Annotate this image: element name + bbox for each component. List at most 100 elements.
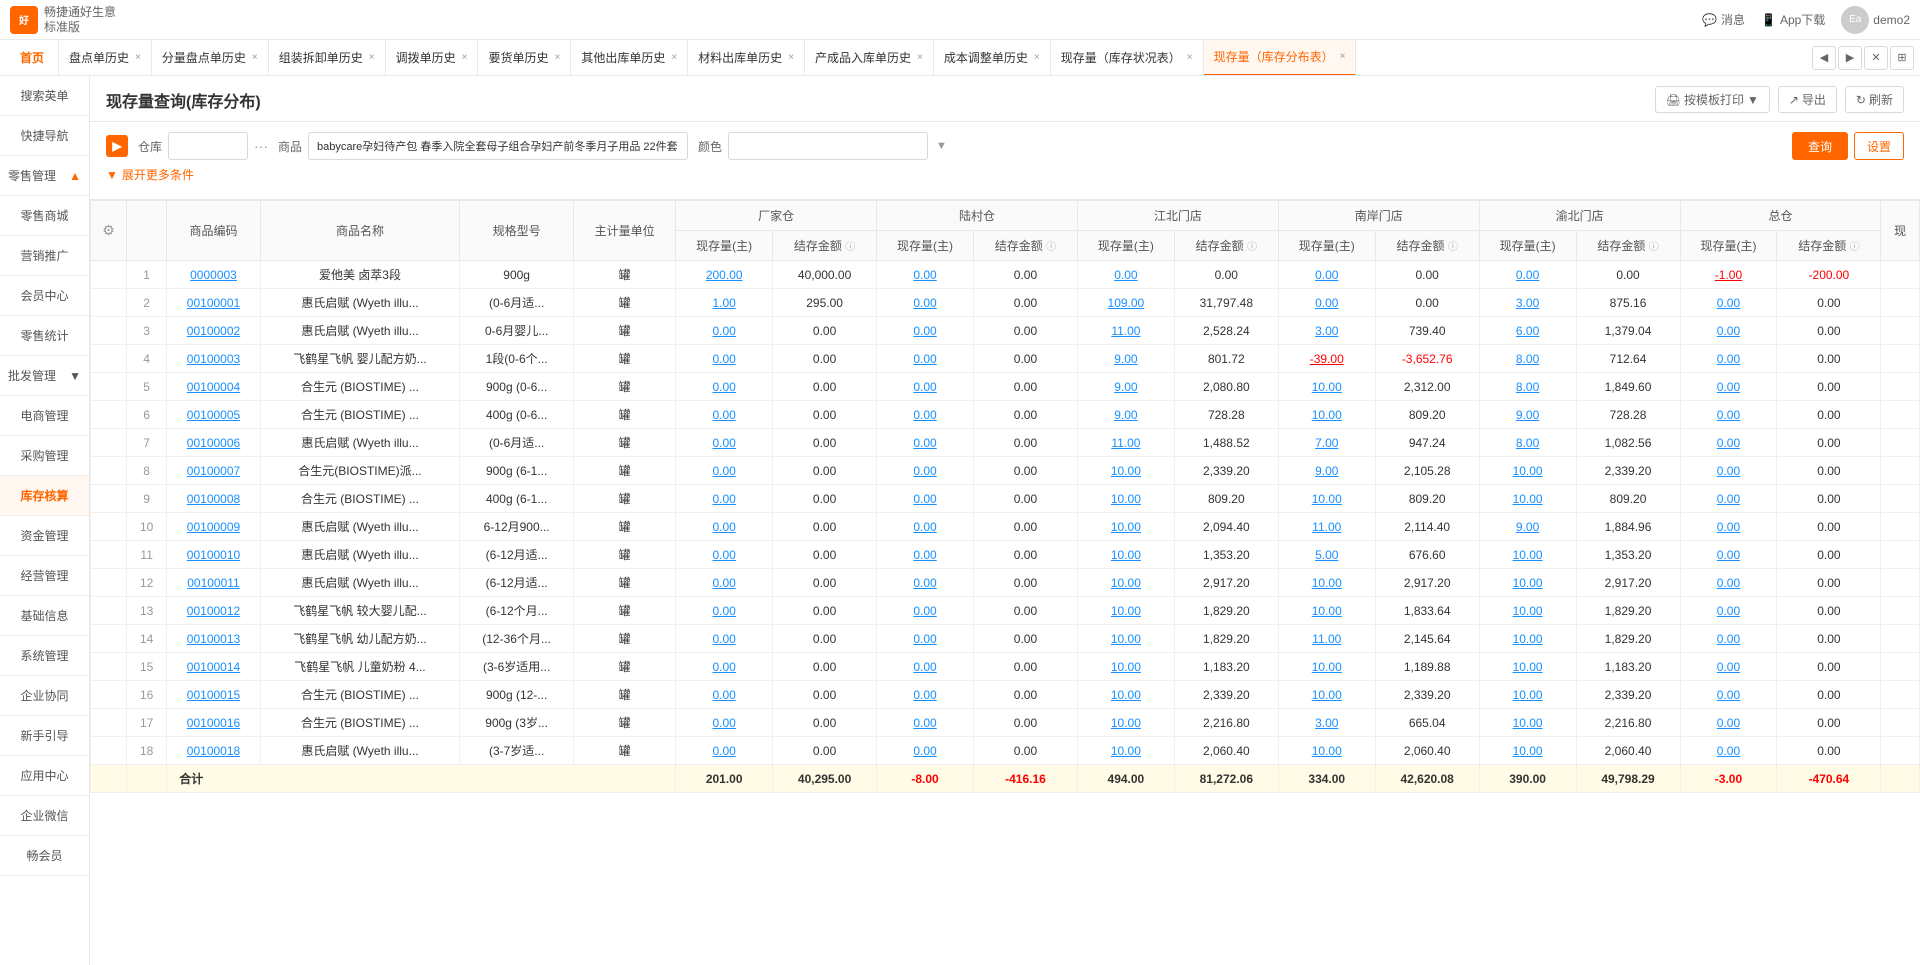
table-cell[interactable]: 7.00 <box>1278 429 1375 457</box>
table-cell[interactable]: 10.00 <box>1479 569 1576 597</box>
tab-yaohuo[interactable]: 要货单历史 × <box>478 40 571 76</box>
sidebar-item-retailshop[interactable]: 零售商城 <box>0 196 89 236</box>
table-cell[interactable]: -1.00 <box>1680 261 1777 289</box>
sidebar-item-retail[interactable]: 零售管理 ▲ <box>0 156 89 196</box>
close-icon[interactable]: × <box>462 52 468 63</box>
table-cell[interactable]: 10.00 <box>1077 485 1174 513</box>
table-cell[interactable]: 00100014 <box>167 653 260 681</box>
table-cell[interactable]: 00100010 <box>167 541 260 569</box>
tab-chengpinruku[interactable]: 产成品入库单历史 × <box>805 40 934 76</box>
table-cell[interactable]: 3.00 <box>1278 709 1375 737</box>
tab-zuzhechaichu[interactable]: 组装拆卸单历史 × <box>269 40 386 76</box>
close-icon[interactable]: × <box>917 52 923 63</box>
table-cell[interactable]: 10.00 <box>1479 485 1576 513</box>
tab-kucunqingkuang[interactable]: 现存量（库存状况表）× <box>1051 40 1204 76</box>
table-cell[interactable]: 00100002 <box>167 317 260 345</box>
table-cell[interactable]: 00100008 <box>167 485 260 513</box>
table-cell[interactable]: 10.00 <box>1479 597 1576 625</box>
color-input[interactable] <box>728 132 928 160</box>
table-cell[interactable]: 0.00 <box>676 597 773 625</box>
table-cell[interactable]: 0.00 <box>676 709 773 737</box>
table-cell[interactable]: 0.00 <box>877 401 974 429</box>
user-area[interactable]: Ea demo2 <box>1841 6 1910 34</box>
tab-pandian[interactable]: 盘点单历史 × <box>59 40 152 76</box>
sidebar-item-wxwork[interactable]: 企业微信 <box>0 796 89 836</box>
table-cell[interactable]: 10.00 <box>1278 373 1375 401</box>
table-cell[interactable]: 0.00 <box>1680 485 1777 513</box>
table-cell[interactable]: 8.00 <box>1479 345 1576 373</box>
table-cell[interactable]: 0.00 <box>1680 457 1777 485</box>
col-settings-icon[interactable]: ⚙ <box>102 222 115 238</box>
table-cell[interactable]: 00100003 <box>167 345 260 373</box>
export-btn[interactable]: ↗ 导出 <box>1778 86 1837 113</box>
sidebar-item-retailstats[interactable]: 零售统计 <box>0 316 89 356</box>
table-cell[interactable]: 10.00 <box>1479 681 1576 709</box>
table-cell[interactable]: 0.00 <box>1680 737 1777 765</box>
table-cell[interactable]: 10.00 <box>1077 597 1174 625</box>
table-cell[interactable]: 00100009 <box>167 513 260 541</box>
nav-close-btn[interactable]: ✕ <box>1864 46 1888 70</box>
table-cell[interactable]: 10.00 <box>1479 737 1576 765</box>
close-icon[interactable]: × <box>554 52 560 63</box>
table-cell[interactable]: 00100011 <box>167 569 260 597</box>
sidebar-item-ecommerce[interactable]: 电商管理 <box>0 396 89 436</box>
sidebar-item-wholesale[interactable]: 批发管理 ▼ <box>0 356 89 396</box>
sidebar-item-finance[interactable]: 资金管理 <box>0 516 89 556</box>
message-btn[interactable]: 💬 消息 <box>1702 11 1745 28</box>
close-icon[interactable]: × <box>369 52 375 63</box>
table-cell[interactable]: 3.00 <box>1479 289 1576 317</box>
table-cell[interactable]: 0.00 <box>877 737 974 765</box>
table-cell[interactable]: 00100012 <box>167 597 260 625</box>
table-cell[interactable]: 10.00 <box>1278 485 1375 513</box>
table-cell[interactable]: 10.00 <box>1479 457 1576 485</box>
table-cell[interactable]: 0.00 <box>1680 569 1777 597</box>
close-icon[interactable]: × <box>1340 51 1346 62</box>
table-cell[interactable]: 0.00 <box>1680 541 1777 569</box>
table-cell[interactable]: 0.00 <box>877 597 974 625</box>
tab-fenpandian[interactable]: 分量盘点单历史 × <box>152 40 269 76</box>
nav-next-btn[interactable]: ▶ <box>1838 46 1862 70</box>
table-cell[interactable]: 0.00 <box>676 317 773 345</box>
table-cell[interactable]: 00100001 <box>167 289 260 317</box>
table-cell[interactable]: 0.00 <box>1680 373 1777 401</box>
table-cell[interactable]: 0.00 <box>676 513 773 541</box>
table-cell[interactable]: 10.00 <box>1479 541 1576 569</box>
table-cell[interactable]: 0.00 <box>1680 429 1777 457</box>
table-cell[interactable]: 11.00 <box>1077 317 1174 345</box>
sidebar-item-purchase[interactable]: 采购管理 <box>0 436 89 476</box>
tab-kucunfenbu[interactable]: 现存量（库存分布表）× <box>1204 40 1357 76</box>
close-icon[interactable]: × <box>252 52 258 63</box>
table-cell[interactable]: 10.00 <box>1278 597 1375 625</box>
sidebar-item-changhui[interactable]: 畅会员 <box>0 836 89 876</box>
table-cell[interactable]: 9.00 <box>1077 401 1174 429</box>
table-cell[interactable]: 10.00 <box>1077 681 1174 709</box>
table-cell[interactable]: 0.00 <box>877 317 974 345</box>
table-cell[interactable]: 0.00 <box>1680 681 1777 709</box>
table-cell[interactable]: 0.00 <box>877 261 974 289</box>
table-cell[interactable]: 00100004 <box>167 373 260 401</box>
table-cell[interactable]: 0.00 <box>877 625 974 653</box>
table-cell[interactable]: 5.00 <box>1278 541 1375 569</box>
table-cell[interactable]: 0.00 <box>1680 289 1777 317</box>
sidebar-item-guide[interactable]: 新手引导 <box>0 716 89 756</box>
table-cell[interactable]: 10.00 <box>1077 513 1174 541</box>
table-cell[interactable]: 10.00 <box>1278 737 1375 765</box>
table-cell[interactable]: 109.00 <box>1077 289 1174 317</box>
table-cell[interactable]: 10.00 <box>1077 709 1174 737</box>
table-cell[interactable]: 00100006 <box>167 429 260 457</box>
table-cell[interactable]: 0.00 <box>1680 345 1777 373</box>
table-cell[interactable]: 0.00 <box>1680 709 1777 737</box>
table-cell[interactable]: 00100005 <box>167 401 260 429</box>
table-cell[interactable]: 0.00 <box>877 569 974 597</box>
table-cell[interactable]: 0.00 <box>877 513 974 541</box>
table-cell[interactable]: 0.00 <box>676 625 773 653</box>
table-cell[interactable]: 0.00 <box>877 541 974 569</box>
table-cell[interactable]: 9.00 <box>1479 401 1576 429</box>
close-icon[interactable]: × <box>671 52 677 63</box>
table-cell[interactable]: 0.00 <box>877 709 974 737</box>
close-icon[interactable]: × <box>1034 52 1040 63</box>
sidebar-item-appcenter[interactable]: 应用中心 <box>0 756 89 796</box>
sidebar-item-operation[interactable]: 经营管理 <box>0 556 89 596</box>
sidebar-item-search[interactable]: 搜索英单 <box>0 76 89 116</box>
table-cell[interactable]: 11.00 <box>1278 513 1375 541</box>
